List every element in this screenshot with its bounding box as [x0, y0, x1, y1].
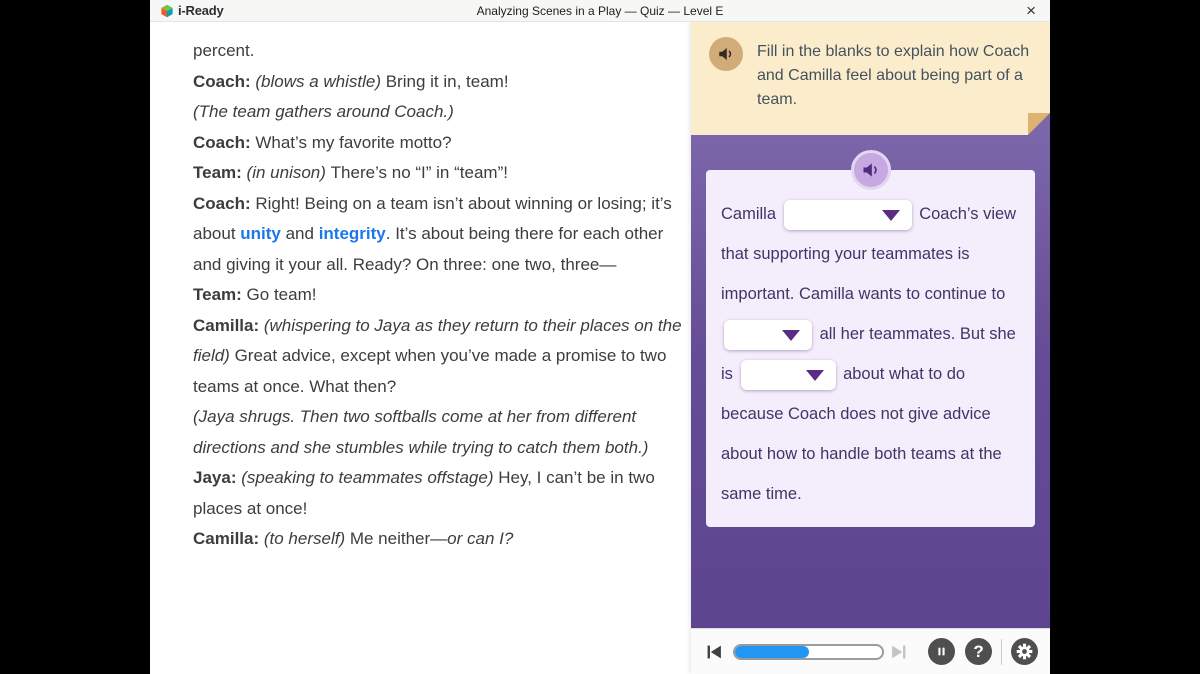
dropdown-arrow-icon [782, 329, 800, 341]
dropdown-arrow-icon [805, 369, 824, 381]
script-text-segment: (speaking to teammates offstage) [241, 468, 499, 487]
activity-sidebar: Fill in the blanks to explain how Coach … [691, 22, 1050, 674]
script-text-segment: and [280, 224, 319, 243]
script-text-segment: Jaya: [193, 468, 242, 487]
instruction-text: Fill in the blanks to explain how Coach … [757, 43, 1030, 108]
vocab-word-link[interactable]: integrity [319, 224, 386, 243]
script-text: percent. Coach: (blows a whistle) Bring i… [193, 36, 691, 555]
script-text-segment: Camilla: [193, 315, 264, 335]
script-paragraph: Camilla: (to herself) Me neither—or can … [193, 524, 691, 555]
blank-dropdown-3[interactable] [740, 359, 836, 390]
page-fold-corner [1028, 113, 1050, 135]
script-text-segment: Great advice, except when you’ve made a … [193, 346, 667, 396]
script-text-segment: Team: [193, 163, 247, 182]
media-toolbar: ? [691, 628, 1050, 674]
fill-in-blanks-card: Camilla Coach’s view that supporting you… [706, 150, 1035, 527]
skip-back-button[interactable] [703, 641, 725, 663]
close-button[interactable]: × [1022, 2, 1040, 19]
script-paragraph: percent. [193, 36, 691, 67]
script-text-segment: Bring it in, team! [385, 71, 509, 91]
script-text-segment: Me neither— [349, 529, 448, 548]
script-paragraph: Team: (in unison) There’s no “I” in “tea… [193, 158, 691, 189]
script-text-segment: (Jaya shrugs. Then two softballs come at… [193, 407, 649, 457]
dropdown-arrow-icon [881, 209, 900, 221]
blank-dropdown-2[interactable] [724, 319, 812, 350]
script-paragraph: Jaya: (speaking to teammates offstage) H… [193, 463, 691, 524]
script-text-segment: or can I? [447, 529, 514, 548]
activity-panel: Camilla Coach’s view that supporting you… [691, 135, 1050, 628]
instruction-audio-button[interactable] [709, 37, 743, 71]
script-text-segment: Coach: [193, 132, 256, 152]
speaker-icon [719, 48, 732, 60]
script-paragraph: (Jaya shrugs. Then two softballs come at… [193, 402, 691, 463]
help-button[interactable]: ? [965, 638, 993, 665]
script-text-segment: What’s my favorite motto? [255, 132, 452, 152]
pause-button[interactable] [928, 638, 956, 665]
play-script-panel: percent. Coach: (blows a whistle) Bring i… [150, 22, 691, 674]
pause-icon [938, 647, 945, 656]
card-audio-button[interactable] [850, 150, 891, 190]
script-paragraph: Coach: (blows a whistle) Bring it in, te… [193, 67, 691, 98]
script-text-segment: Coach: [193, 193, 256, 213]
script-text-segment: Team: [193, 285, 247, 304]
script-text-segment: Go team! [246, 285, 317, 304]
speaker-icon [863, 163, 877, 177]
script-text-segment: (in unison) [246, 163, 331, 182]
script-paragraph: Camilla: (whispering to Jaya as they ret… [193, 311, 691, 403]
window-title: Analyzing Scenes in a Play — Quiz — Leve… [476, 3, 724, 18]
script-text-segment: Coach: [193, 71, 256, 91]
settings-button[interactable] [1011, 638, 1038, 665]
gear-icon [1016, 643, 1033, 660]
skip-forward-button[interactable] [888, 641, 910, 663]
script-text-segment: (The team gathers around Coach.) [193, 102, 454, 121]
script-text-segment: (blows a whistle) [255, 71, 386, 91]
progress-fill [735, 645, 809, 658]
script-text-segment: There’s no “I” in “team”! [330, 163, 508, 182]
instruction-box: Fill in the blanks to explain how Coach … [691, 22, 1050, 135]
script-paragraph: Coach: Right! Being on a team isn’t abou… [193, 189, 691, 281]
app-window: i-Ready Analyzing Scenes in a Play — Qui… [150, 0, 1050, 674]
toolbar-divider [1001, 638, 1002, 665]
script-text-segment: percent. [193, 41, 255, 60]
vocab-word-link[interactable]: unity [240, 224, 281, 243]
script-text-segment: (to herself) [263, 529, 350, 548]
audio-progress-bar[interactable] [733, 643, 885, 660]
script-text-segment: Camilla: [193, 529, 264, 548]
cloze-sentence: Camilla Coach’s view that supporting you… [721, 194, 1020, 514]
script-paragraph: (The team gathers around Coach.) [193, 97, 691, 128]
main-content: percent. Coach: (blows a whistle) Bring i… [150, 22, 1050, 674]
skip-back-icon [707, 645, 721, 658]
blank-dropdown-1[interactable] [783, 199, 912, 230]
script-paragraph: Coach: What’s my favorite motto? [193, 128, 691, 159]
cloze-text-segment: Camilla [721, 205, 781, 223]
skip-forward-icon [892, 645, 906, 658]
script-paragraph: Team: Go team! [193, 280, 691, 311]
question-mark-icon: ? [973, 642, 984, 661]
titlebar: i-Ready Analyzing Scenes in a Play — Qui… [150, 0, 1050, 22]
